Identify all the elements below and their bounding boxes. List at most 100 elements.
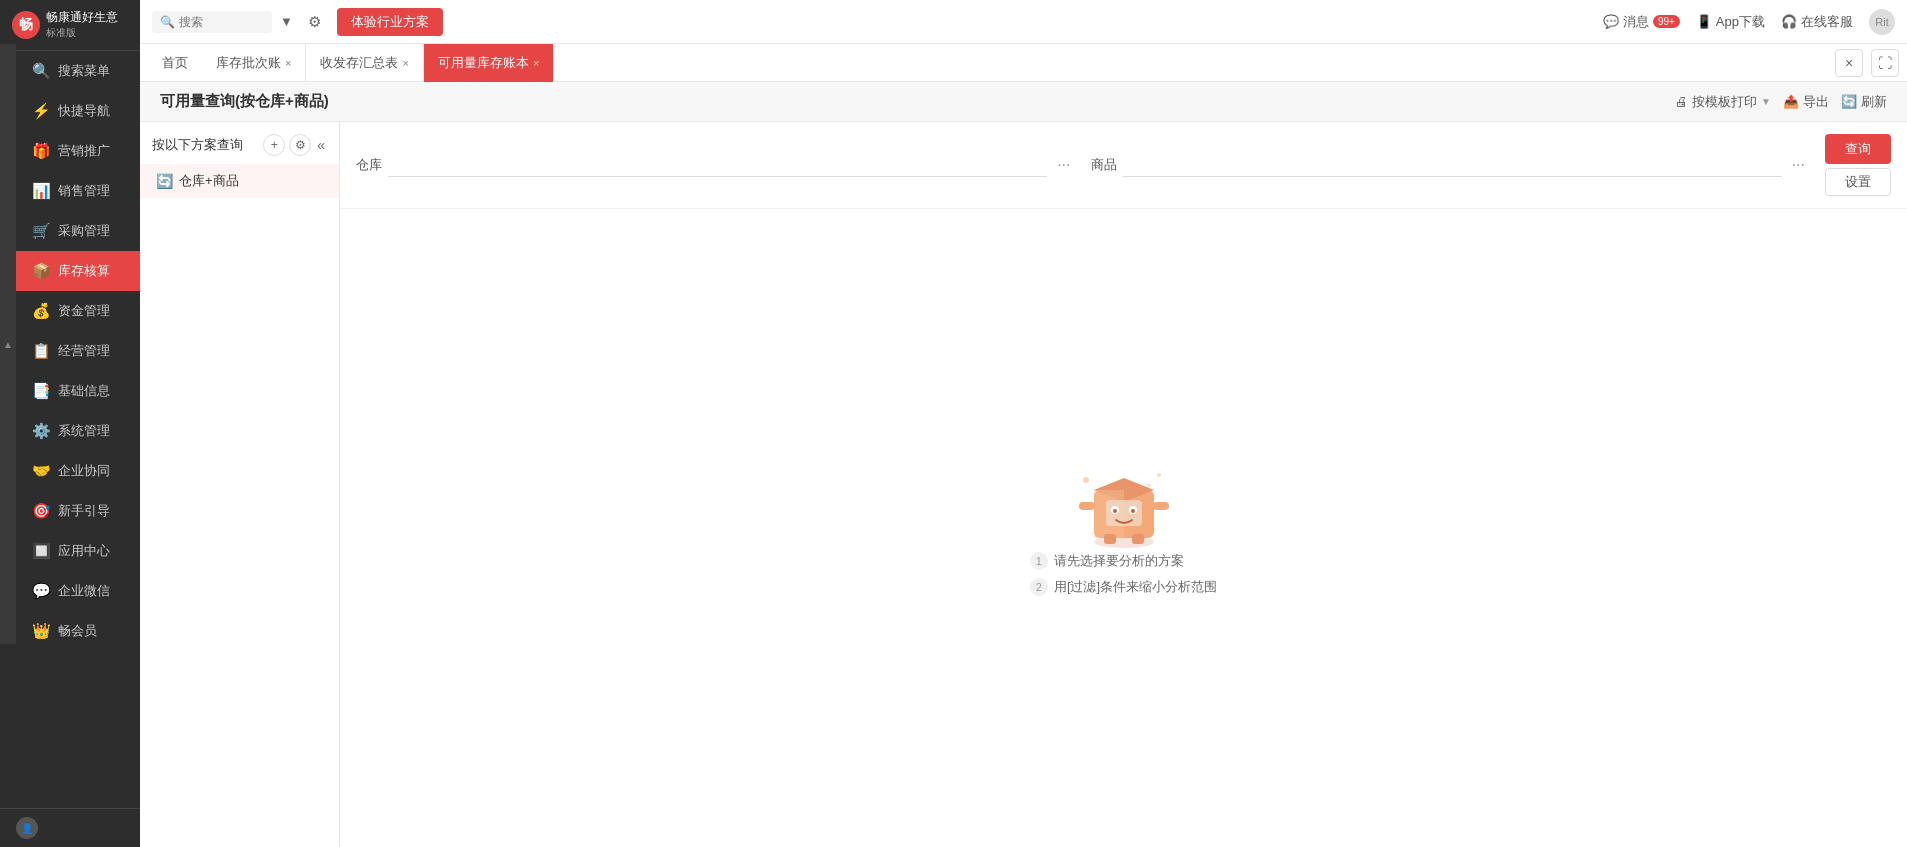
basic-icon: 📑 (32, 382, 50, 400)
dropdown-arrow-icon[interactable]: ▼ (280, 14, 293, 29)
sidebar-item-label: 库存核算 (58, 262, 110, 280)
phone-icon: 📱 (1696, 14, 1712, 29)
tab-storage-summary[interactable]: 收发存汇总表 × (306, 44, 423, 82)
empty-illustration (1074, 460, 1174, 540)
sidebar-item-purchase[interactable]: 🛒 采购管理 (16, 211, 140, 251)
sidebar-bottom-user[interactable]: 👤 (0, 808, 140, 847)
sidebar-item-label: 快捷导航 (58, 102, 110, 120)
settings-scheme-icon: ⚙ (295, 138, 306, 152)
svg-point-8 (1131, 509, 1135, 513)
left-panel-actions: + ⚙ « (263, 134, 327, 156)
page-actions: 🖨 按模板打印 ▼ 📤 导出 🔄 刷新 (1675, 93, 1887, 111)
message-button[interactable]: 💬 消息 99 (1603, 13, 1680, 31)
sidebar-item-appcenter[interactable]: 🔲 应用中心 (16, 531, 140, 571)
warehouse-more-icon[interactable]: ··· (1053, 156, 1074, 174)
svg-point-14 (1157, 473, 1161, 477)
right-panel: 仓库 ··· 商品 ··· 查询 设置 (340, 122, 1907, 847)
sidebar-item-member[interactable]: 👑 畅会员 (16, 611, 140, 651)
tip-number-1: 1 (1030, 552, 1048, 570)
search-nav-icon: 🔍 (32, 62, 50, 80)
scheme-item-warehouse-product[interactable]: 🔄 仓库+商品 (140, 164, 339, 198)
left-panel: 按以下方案查询 + ⚙ « 🔄 仓库+商品 (140, 122, 340, 847)
add-scheme-button[interactable]: + (263, 134, 285, 156)
query-button[interactable]: 查询 (1825, 134, 1891, 164)
trial-industry-button[interactable]: 体验行业方案 (337, 8, 443, 36)
left-panel-title: 按以下方案查询 (152, 136, 243, 154)
close-tab-button[interactable]: × (1835, 49, 1863, 77)
product-more-icon[interactable]: ··· (1788, 156, 1809, 174)
sidebar-item-wechat[interactable]: 💬 企业微信 (16, 571, 140, 611)
sidebar-item-guide[interactable]: 🎯 新手引导 (16, 491, 140, 531)
tab-home[interactable]: 首页 (148, 54, 202, 72)
message-icon: 💬 (1603, 14, 1619, 29)
warehouse-filter-group: 仓库 ··· (356, 153, 1075, 177)
export-button[interactable]: 📤 导出 (1783, 93, 1829, 111)
settings-gear-icon[interactable]: ⚙ (301, 8, 329, 36)
scheme-settings-button[interactable]: ⚙ (289, 134, 311, 156)
sidebar-item-shortcut[interactable]: ⚡ 快捷导航 (16, 91, 140, 131)
app-download-label: App下载 (1716, 13, 1765, 31)
member-icon: 👑 (32, 622, 50, 640)
expand-button[interactable]: ⛶ (1871, 49, 1899, 77)
collapse-icon: « (317, 137, 325, 153)
export-label: 导出 (1803, 93, 1829, 111)
sidebar-item-system[interactable]: ⚙️ 系统管理 (16, 411, 140, 451)
ops-icon: 📋 (32, 342, 50, 360)
shortcut-icon: ⚡ (32, 102, 50, 120)
finance-icon: 💰 (32, 302, 50, 320)
product-label: 商品 (1091, 156, 1117, 174)
purchase-icon: 🛒 (32, 222, 50, 240)
svg-rect-10 (1153, 502, 1169, 510)
sidebar-item-label: 新手引导 (58, 502, 110, 520)
sidebar-item-ops[interactable]: 📋 经营管理 (16, 331, 140, 371)
sidebar-item-search[interactable]: 🔍 搜索菜单 (16, 51, 140, 91)
topbar: 🔍 ▼ ⚙ 体验行业方案 💬 消息 99 📱 App下载 🎧 在线客服 Ri (140, 0, 1907, 44)
page-title: 可用量查询(按仓库+商品) (160, 92, 329, 111)
app-version: 标准版 (46, 26, 118, 40)
sidebar-item-label: 采购管理 (58, 222, 110, 240)
sidebar-item-basic[interactable]: 📑 基础信息 (16, 371, 140, 411)
filter-action-buttons: 查询 设置 (1825, 134, 1891, 196)
topbar-search-box: 🔍 (152, 11, 272, 33)
sidebar-item-marketing[interactable]: 🎁 营销推广 (16, 131, 140, 171)
sidebar-item-label: 畅会员 (58, 622, 97, 640)
dropdown-print-icon[interactable]: ▼ (1761, 96, 1771, 107)
search-input[interactable] (179, 15, 259, 29)
refresh-button[interactable]: 🔄 刷新 (1841, 93, 1887, 111)
sidebar-item-label: 销售管理 (58, 182, 110, 200)
sidebar-item-inventory[interactable]: 📦 库存核算 (16, 251, 140, 291)
svg-point-13 (1083, 477, 1089, 483)
sidebar-item-sales[interactable]: 📊 销售管理 (16, 171, 140, 211)
product-filter-group: 商品 ··· (1091, 153, 1810, 177)
tab-batch-account[interactable]: 库存批次账 × (202, 44, 306, 82)
collapse-panel-button[interactable]: « (315, 135, 327, 155)
empty-svg-illustration (1074, 460, 1174, 550)
tabbar-end-buttons: × ⛶ (1835, 49, 1899, 77)
sidebar-menu: 🔍 搜索菜单 ⚡ 快捷导航 🎁 营销推广 📊 销售管理 🛒 采购管理 📦 库存核… (0, 51, 140, 808)
tab-close-available[interactable]: × (533, 57, 539, 69)
sidebar-item-enterprise[interactable]: 🤝 企业协同 (16, 451, 140, 491)
app-name: 畅康通好生意 (46, 10, 118, 26)
scheme-icon: 🔄 (156, 173, 173, 189)
refresh-label: 刷新 (1861, 93, 1887, 111)
refresh-icon: 🔄 (1841, 94, 1857, 109)
sidebar-item-finance[interactable]: 💰 资金管理 (16, 291, 140, 331)
add-icon: + (271, 138, 278, 152)
filter-settings-button[interactable]: 设置 (1825, 168, 1891, 196)
scheme-label: 仓库+商品 (179, 172, 239, 190)
online-service-button[interactable]: 🎧 在线客服 (1781, 13, 1853, 31)
message-badge: 99 (1653, 15, 1680, 28)
sidebar-logo: 畅 畅康通好生意 标准版 (0, 0, 140, 51)
sidebar-scroll-up[interactable]: ▲ (3, 339, 13, 350)
user-profile-button[interactable]: Rit (1869, 9, 1895, 35)
tab-close-batch[interactable]: × (285, 57, 291, 69)
print-template-button[interactable]: 🖨 按模板打印 ▼ (1675, 93, 1771, 111)
product-input[interactable] (1123, 153, 1782, 177)
app-download-button[interactable]: 📱 App下载 (1696, 13, 1765, 31)
tab-close-storage[interactable]: × (402, 57, 408, 69)
topbar-right-actions: 💬 消息 99 📱 App下载 🎧 在线客服 Rit (1603, 9, 1895, 35)
wechat-icon: 💬 (32, 582, 50, 600)
warehouse-input[interactable] (388, 153, 1047, 177)
tab-available-ledger[interactable]: 可用量库存账本 × (424, 44, 554, 82)
left-panel-header: 按以下方案查询 + ⚙ « (140, 134, 339, 164)
